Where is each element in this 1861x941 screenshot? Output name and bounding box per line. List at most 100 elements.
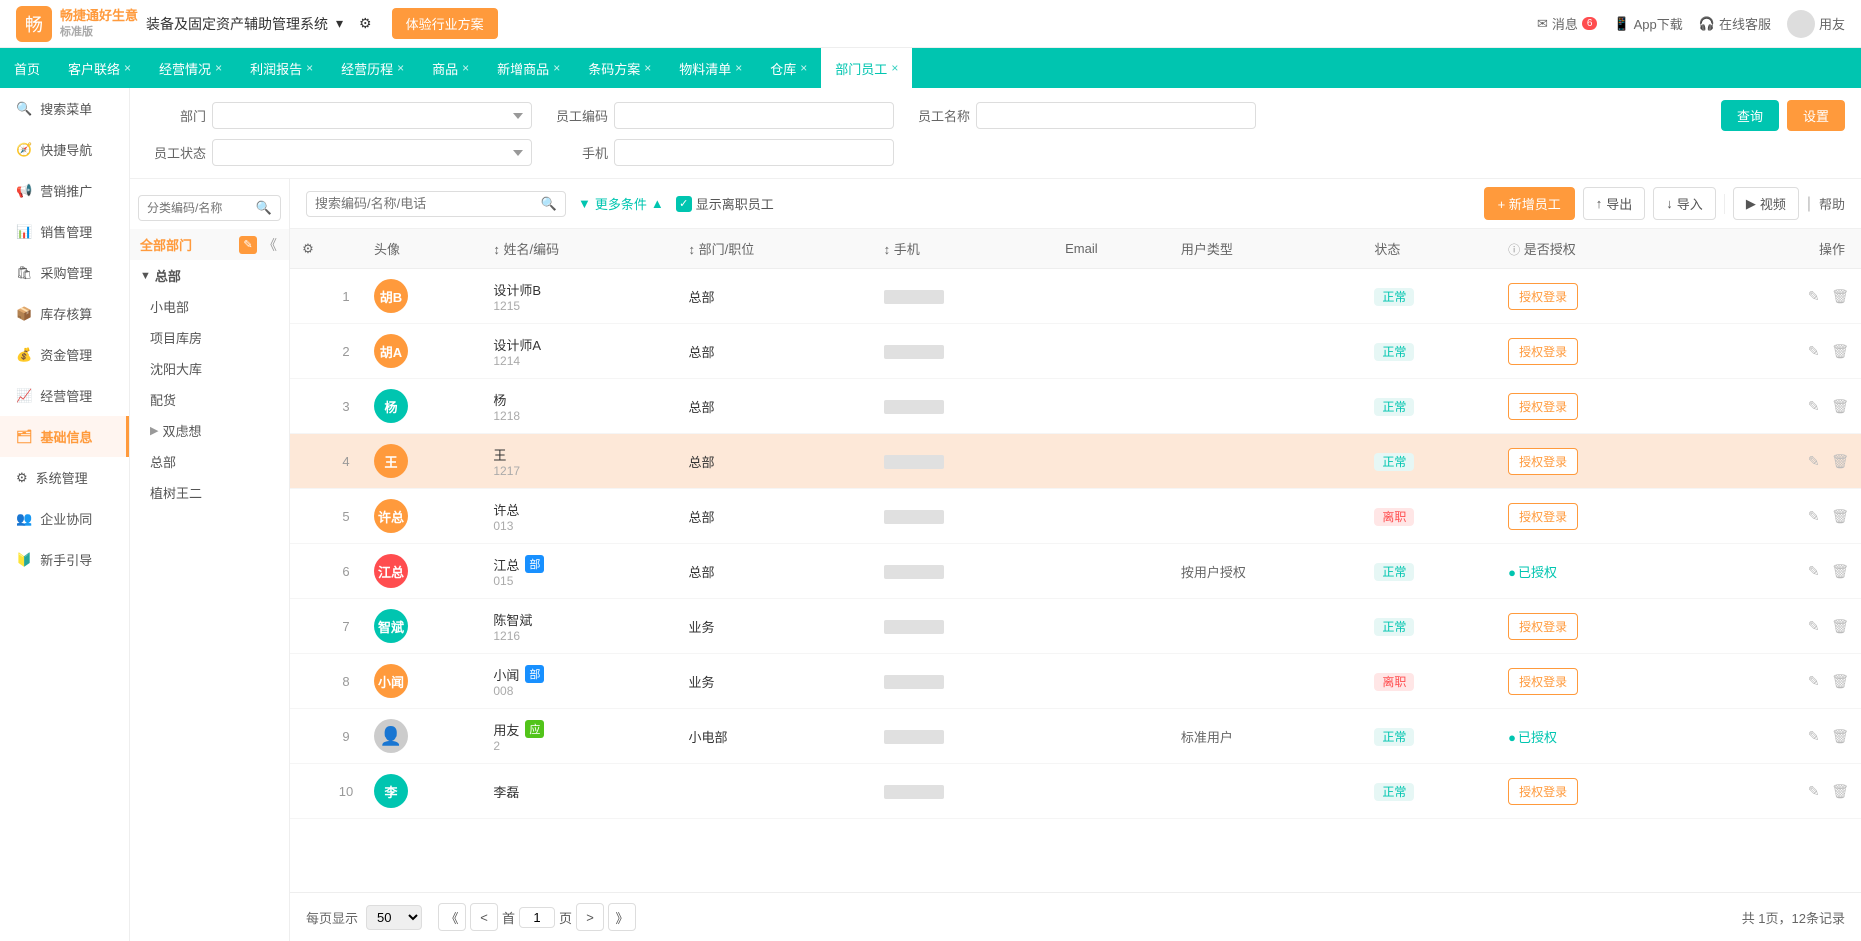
prev-page-btn[interactable]: < (470, 903, 498, 931)
delete-icon[interactable]: 🗑 (1831, 453, 1849, 469)
auth-btn[interactable]: 授权登录 (1508, 283, 1578, 310)
sidebar-item-system[interactable]: ⚙ 系统管理 (0, 457, 129, 498)
page-input[interactable] (519, 907, 555, 928)
filter-emp-name-input[interactable] (976, 102, 1256, 129)
edit-icon[interactable]: ✎ (1808, 728, 1820, 744)
delete-icon[interactable]: 🗑 (1831, 563, 1849, 579)
auth-btn[interactable]: 授权登录 (1508, 668, 1578, 695)
edit-icon[interactable]: ✎ (1808, 563, 1820, 579)
nav-close-icon[interactable]: × (800, 61, 807, 75)
sidebar-item-finance[interactable]: 💰 资金管理 (0, 334, 129, 375)
auth-btn[interactable]: 授权登录 (1508, 503, 1578, 530)
export-btn[interactable]: ↑ 导出 (1583, 187, 1646, 220)
message-btn[interactable]: ✉ 消息 6 (1537, 14, 1597, 33)
app-download-btn[interactable]: 📱 App下载 (1613, 14, 1682, 33)
nav-close-icon[interactable]: × (735, 61, 742, 75)
import-btn[interactable]: ↓ 导入 (1653, 187, 1716, 220)
query-btn[interactable]: 查询 (1721, 100, 1779, 131)
dept-tree-item-shenyang[interactable]: 沈阳大库 (130, 353, 289, 384)
nav-item-barcode[interactable]: 条码方案 × (574, 48, 665, 88)
nav-item-profit[interactable]: 利润报告 × (236, 48, 327, 88)
more-condition-btn[interactable]: ▼ 更多条件 ▲ (578, 194, 664, 213)
sidebar-item-sales[interactable]: 📊 销售管理 (0, 211, 129, 252)
dept-tree-item-shuanglv[interactable]: ▶ 双虑想 (130, 415, 289, 446)
sidebar-item-marketing[interactable]: 📢 营销推广 (0, 170, 129, 211)
nav-close-icon[interactable]: × (644, 61, 651, 75)
auth-btn[interactable]: 授权登录 (1508, 338, 1578, 365)
delete-icon[interactable]: 🗑 (1831, 618, 1849, 634)
dept-search-input[interactable] (147, 201, 256, 215)
set-btn[interactable]: 设置 (1787, 100, 1845, 131)
filter-phone-input[interactable] (614, 139, 894, 166)
delete-icon[interactable]: 🗑 (1831, 288, 1849, 304)
sidebar-item-search[interactable]: 🔍 搜索菜单 (0, 88, 129, 129)
nav-item-warehouse[interactable]: 仓库 × (756, 48, 821, 88)
nav-item-customer[interactable]: 客户联络 × (54, 48, 145, 88)
nav-item-operation[interactable]: 经营情况 × (145, 48, 236, 88)
filter-emp-code-input[interactable] (614, 102, 894, 129)
nav-item-goods[interactable]: 商品 × (418, 48, 483, 88)
edit-icon[interactable]: ✎ (1808, 673, 1820, 689)
dept-search-icon[interactable]: 🔍 (256, 200, 272, 216)
page-size-select[interactable]: 50 100 (366, 905, 422, 930)
trial-btn[interactable]: 体验行业方案 (392, 8, 498, 39)
edit-icon[interactable]: ✎ (1808, 453, 1820, 469)
nav-close-icon[interactable]: × (462, 61, 469, 75)
search-icon[interactable]: 🔍 (541, 196, 557, 212)
delete-icon[interactable]: 🗑 (1831, 398, 1849, 414)
nav-close-icon[interactable]: × (306, 61, 313, 75)
delete-icon[interactable]: 🗑 (1831, 728, 1849, 744)
nav-item-home[interactable]: 首页 (0, 48, 54, 88)
filter-emp-status-select[interactable] (212, 139, 532, 166)
col-name-header[interactable]: ↕ 姓名/编码 (485, 229, 680, 269)
dept-tree-parent-headquarter[interactable]: ▼ 总部 (130, 260, 289, 291)
auth-btn[interactable]: 授权登录 (1508, 613, 1578, 640)
gear-icon[interactable]: ⚙ (359, 15, 372, 32)
nav-close-active-icon[interactable]: × (891, 61, 898, 75)
delete-icon[interactable]: 🗑 (1831, 673, 1849, 689)
edit-icon[interactable]: ✎ (1808, 508, 1820, 524)
nav-close-icon[interactable]: × (215, 61, 222, 75)
nav-close-icon[interactable]: × (553, 61, 560, 75)
nav-item-department[interactable]: 部门员工 × (821, 48, 912, 88)
dept-tree-item-zhishu[interactable]: 植树王二 (130, 477, 289, 508)
video-btn[interactable]: ▶ 视频 (1733, 187, 1799, 220)
sys-title-dropdown[interactable]: ▾ (336, 15, 343, 32)
search-input[interactable] (315, 196, 541, 211)
dept-tree-item-xiangmu[interactable]: 项目库房 (130, 322, 289, 353)
edit-icon[interactable]: ✎ (1808, 783, 1820, 799)
col-phone-header[interactable]: ↕ 手机 (876, 229, 1057, 269)
edit-icon[interactable]: ✎ (1808, 343, 1820, 359)
nav-close-icon[interactable]: × (397, 61, 404, 75)
col-dept-header[interactable]: ↕ 部门/职位 (681, 229, 876, 269)
delete-icon[interactable]: 🗑 (1831, 783, 1849, 799)
auth-btn[interactable]: 授权登录 (1508, 448, 1578, 475)
sidebar-item-inventory[interactable]: 📦 库存核算 (0, 293, 129, 334)
show-resigned-toggle[interactable]: ✓ 显示离职员工 (676, 194, 774, 213)
edit-icon[interactable]: ✎ (1808, 618, 1820, 634)
nav-item-add-goods[interactable]: 新增商品 × (483, 48, 574, 88)
auth-btn[interactable]: 授权登录 (1508, 393, 1578, 420)
sidebar-item-bizmanage[interactable]: 📈 经营管理 (0, 375, 129, 416)
col-settings-header[interactable]: ⚙ (290, 229, 326, 269)
online-service-btn[interactable]: 🎧 在线客服 (1699, 14, 1771, 33)
next-page-btn[interactable]: > (576, 903, 604, 931)
dept-collapse-btn[interactable]: 《 (261, 236, 279, 254)
dept-tree-item-peihuo[interactable]: 配货 (130, 384, 289, 415)
nav-item-bom[interactable]: 物料清单 × (665, 48, 756, 88)
dept-tree-item-xiaodian[interactable]: 小电部 (130, 291, 289, 322)
filter-dept-select[interactable] (212, 102, 532, 129)
nav-close-icon[interactable]: × (124, 61, 131, 75)
delete-icon[interactable]: 🗑 (1831, 508, 1849, 524)
auth-btn[interactable]: 授权登录 (1508, 778, 1578, 805)
last-page-btn[interactable]: 》 (608, 903, 636, 931)
dept-tree-item-zongbu2[interactable]: 总部 (130, 446, 289, 477)
add-employee-btn[interactable]: + 新增员工 (1484, 187, 1575, 220)
more-ops-icon[interactable]: | (1807, 195, 1811, 213)
sidebar-item-nav[interactable]: 🧭 快捷导航 (0, 129, 129, 170)
user-area[interactable]: 用友 (1787, 10, 1845, 38)
sidebar-item-collab[interactable]: 👥 企业协同 (0, 498, 129, 539)
edit-icon[interactable]: ✎ (1808, 398, 1820, 414)
nav-item-history[interactable]: 经营历程 × (327, 48, 418, 88)
help-label[interactable]: 帮助 (1819, 194, 1845, 213)
